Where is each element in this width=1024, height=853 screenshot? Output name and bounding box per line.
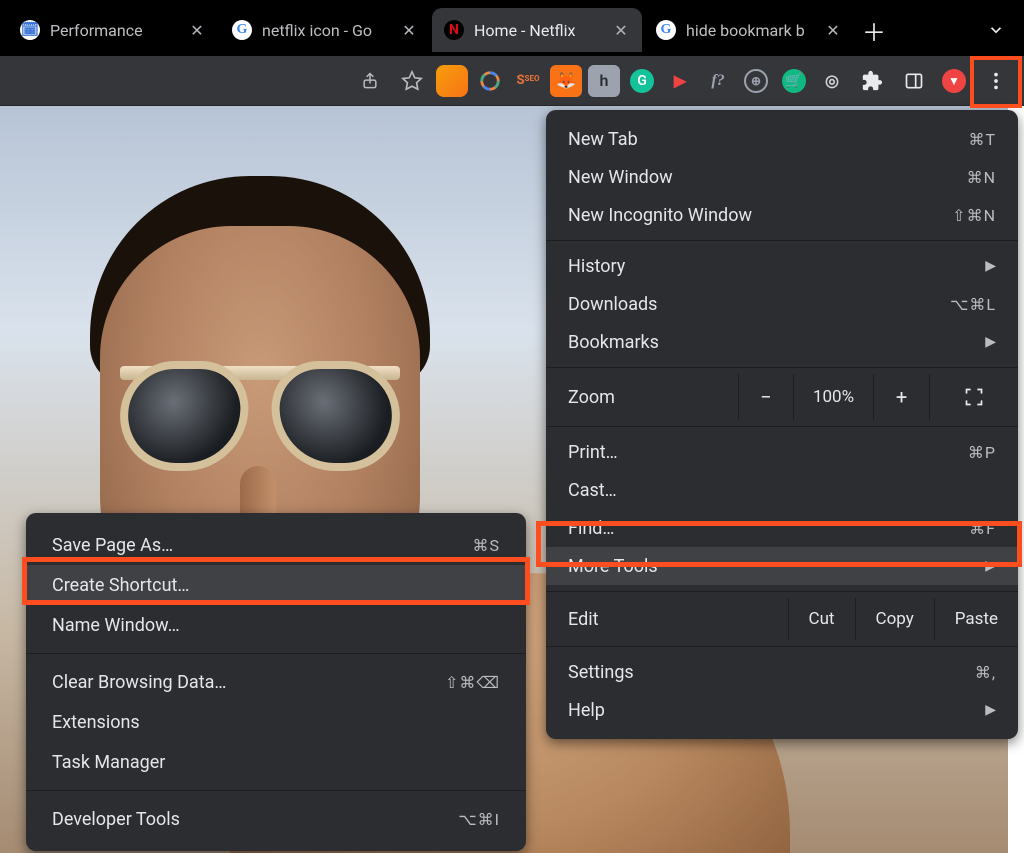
sidepanel-icon[interactable] [896,63,932,99]
menu-item-extensions[interactable]: Extensions [26,702,526,742]
shortcut-text: ⇧⌘N [952,206,996,225]
menu-item-developer-tools[interactable]: Developer Tools ⌥⌘I [26,799,526,839]
shortcut-text: ⌘, [975,663,996,682]
chrome-menu-button[interactable] [976,56,1016,106]
more-tools-submenu: Save Page As… ⌘S Create Shortcut… Name W… [26,513,526,851]
extensions-puzzle-icon[interactable] [854,63,890,99]
menu-item-cast[interactable]: Cast… [546,471,1018,509]
tab-title: Performance [50,21,178,40]
tab-google-netflix-icon[interactable]: G netflix icon - Go ✕ [220,8,430,52]
menu-item-history[interactable]: History ▶ [546,247,1018,285]
tab-netflix-home[interactable]: N Home - Netflix ✕ [432,8,642,52]
menu-item-clear-browsing-data[interactable]: Clear Browsing Data… ⇧⌘⌫ [26,662,526,702]
tab-title: netflix icon - Go [262,21,390,40]
tab-hide-bookmark[interactable]: G hide bookmark b ✕ [644,8,854,52]
shortcut-text: ⌘T [968,130,996,149]
menu-separator [546,240,1018,241]
menu-item-zoom: Zoom − 100% + [546,374,1018,420]
shortcut-text: ⌘N [967,168,996,187]
close-icon[interactable]: ✕ [612,21,630,39]
shortcut-text: ⌥⌘L [950,295,996,314]
zoom-label: Zoom [568,387,738,408]
menu-item-downloads[interactable]: Downloads ⌥⌘L [546,285,1018,323]
extension-icon[interactable]: f? [702,65,734,97]
google-icon: G [656,20,676,40]
extension-globe-icon[interactable]: ⊕ [740,65,772,97]
tab-title: hide bookmark b [686,21,814,40]
extension-icon[interactable] [474,65,506,97]
extension-seo-icon[interactable]: SSEO [512,65,544,97]
shortcut-text: ⇧⌘⌫ [445,673,500,692]
edit-paste-button[interactable]: Paste [934,598,1018,640]
google-icon: G [232,20,252,40]
menu-item-edit: Edit Cut Copy Paste [546,598,1018,640]
netflix-icon: N [444,20,464,40]
menu-item-create-shortcut[interactable]: Create Shortcut… [26,565,526,605]
menu-item-print[interactable]: Print… ⌘P [546,433,1018,471]
tab-title: Home - Netflix [474,21,602,40]
chevron-right-icon: ▶ [985,558,996,574]
menu-item-settings[interactable]: Settings ⌘, [546,653,1018,691]
menu-item-new-window[interactable]: New Window ⌘N [546,158,1018,196]
zoom-out-button[interactable]: − [738,374,794,420]
calendar-icon: 🗓 [20,20,40,40]
chevron-right-icon: ▶ [985,334,996,350]
close-icon[interactable]: ✕ [400,21,418,39]
menu-item-more-tools[interactable]: More Tools ▶ [546,547,1018,585]
extension-icon[interactable]: 🛒 [778,65,810,97]
menu-item-save-page-as[interactable]: Save Page As… ⌘S [26,525,526,565]
shortcut-text: ⌘F [969,519,996,538]
share-icon[interactable] [352,63,388,99]
extension-icon[interactable]: ▶ [664,65,696,97]
menu-item-task-manager[interactable]: Task Manager [26,742,526,782]
extension-grammarly-icon[interactable]: G [626,65,658,97]
tab-strip: 🗓 Performance ✕ G netflix icon - Go ✕ N … [0,0,1024,56]
new-tab-button[interactable]: ＋ [856,12,892,48]
profile-avatar-icon[interactable]: ▼ [938,65,970,97]
menu-separator [546,646,1018,647]
menu-item-bookmarks[interactable]: Bookmarks ▶ [546,323,1018,361]
edit-label: Edit [546,609,788,630]
shortcut-text: ⌘P [968,443,996,462]
menu-separator [546,591,1018,592]
close-icon[interactable]: ✕ [188,21,206,39]
bookmark-star-icon[interactable] [394,63,430,99]
extension-aperture-icon[interactable]: ◎ [816,65,848,97]
close-icon[interactable]: ✕ [824,21,842,39]
menu-item-name-window[interactable]: Name Window… [26,605,526,645]
tab-overflow-chevron-icon[interactable] [976,10,1016,50]
menu-separator [546,367,1018,368]
chevron-right-icon: ▶ [985,258,996,274]
chrome-main-menu: New Tab ⌘T New Window ⌘N New Incognito W… [546,110,1018,739]
extension-metamask-icon[interactable]: 🦊 [550,65,582,97]
edit-copy-button[interactable]: Copy [855,598,934,640]
menu-item-find[interactable]: Find… ⌘F [546,509,1018,547]
edit-cut-button[interactable]: Cut [788,598,855,640]
zoom-in-button[interactable]: + [874,374,930,420]
extension-icon[interactable] [436,65,468,97]
shortcut-text: ⌘S [473,536,501,555]
tab-performance[interactable]: 🗓 Performance ✕ [8,8,218,52]
menu-separator [26,790,526,791]
chevron-right-icon: ▶ [985,702,996,718]
menu-separator [26,653,526,654]
shortcut-text: ⌥⌘I [458,810,500,829]
fullscreen-button[interactable] [930,387,1018,407]
extension-icon[interactable]: h [588,65,620,97]
menu-item-new-incognito-window[interactable]: New Incognito Window ⇧⌘N [546,196,1018,234]
menu-item-new-tab[interactable]: New Tab ⌘T [546,120,1018,158]
menu-item-help[interactable]: Help ▶ [546,691,1018,729]
zoom-value: 100% [794,374,874,420]
menu-separator [546,426,1018,427]
browser-toolbar: SSEO 🦊 h G ▶ f? ⊕ 🛒 ◎ ▼ [0,56,1024,106]
